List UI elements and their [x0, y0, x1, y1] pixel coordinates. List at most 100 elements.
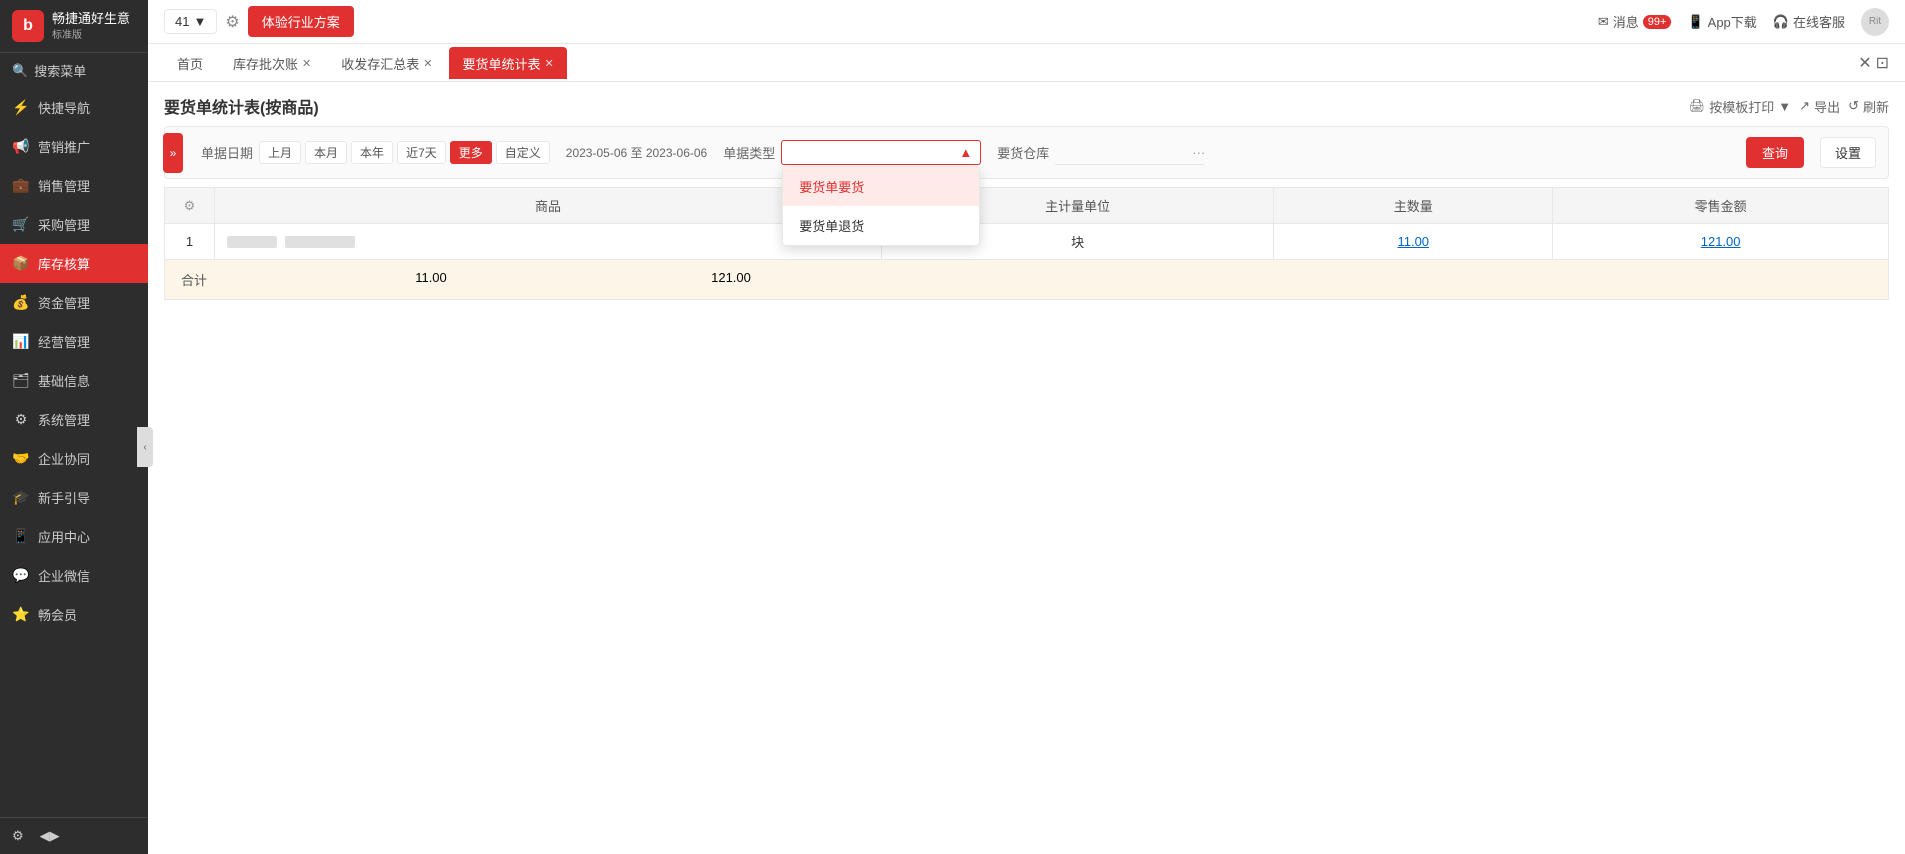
- print-template-btn[interactable]: 🖨 按模板打印 ▼: [1689, 97, 1791, 116]
- refresh-btn[interactable]: ↺ 刷新: [1848, 97, 1889, 116]
- row-amount[interactable]: 121.00: [1553, 224, 1889, 260]
- user-avatar[interactable]: Rit: [1861, 8, 1889, 36]
- settings-filter-btn[interactable]: 设置: [1820, 137, 1876, 168]
- close-receive-summary-tab[interactable]: ✕: [423, 57, 432, 70]
- page-actions: 🖨 按模板打印 ▼ ↗ 导出 ↺ 刷新: [1689, 97, 1889, 116]
- close-batch-account-tab[interactable]: ✕: [302, 57, 311, 70]
- this-month-btn[interactable]: 本月: [305, 141, 347, 164]
- collapse-footer-btn[interactable]: ◀▶: [40, 828, 60, 844]
- table-row: 1 块 11.00 121.00: [165, 224, 1889, 260]
- date-filter-label: 单据日期: [201, 143, 253, 162]
- settings-icon[interactable]: ⚙: [225, 12, 239, 32]
- warehouse-select[interactable]: ···: [1055, 141, 1205, 165]
- sidebar-item-base-info[interactable]: 🗂 基础信息: [0, 361, 148, 400]
- column-settings-icon[interactable]: ⚙: [184, 198, 196, 213]
- warehouse-more-icon[interactable]: ···: [1192, 145, 1205, 160]
- message-label: 消息: [1613, 12, 1639, 31]
- wechat-icon: 💬: [12, 567, 30, 584]
- refresh-icon: ↺: [1848, 98, 1859, 114]
- online-service-item[interactable]: 🎧 在线客服: [1773, 12, 1845, 31]
- sidebar-nav: ⚡ 快捷导航 📢 营销推广 💼 销售管理 🛒 采购管理 📦 库存核算 💰 资金管…: [0, 88, 148, 817]
- vip-icon: ⭐: [12, 606, 30, 623]
- app-center-icon: 📱: [12, 528, 30, 545]
- filter-toggle-btn[interactable]: »: [163, 133, 183, 173]
- app-version: 标准版: [52, 26, 130, 41]
- settings-footer-btn[interactable]: ⚙: [12, 828, 24, 844]
- sidebar-item-purchase[interactable]: 🛒 采购管理: [0, 205, 148, 244]
- warehouse-filter-label: 要货仓库: [997, 143, 1049, 162]
- app-download-label: App下载: [1708, 12, 1757, 31]
- col-settings-header: ⚙: [165, 188, 215, 224]
- sidebar-collapse-handle[interactable]: ‹: [137, 427, 153, 467]
- last-month-btn[interactable]: 上月: [259, 141, 301, 164]
- tab-batch-account[interactable]: 库存批次账 ✕: [220, 47, 324, 79]
- export-btn[interactable]: ↗ 导出: [1799, 97, 1840, 116]
- sidebar-item-vip[interactable]: ⭐ 畅会员: [0, 595, 148, 634]
- sidebar-item-enterprise[interactable]: 🤝 企业协同: [0, 439, 148, 478]
- row-no: 1: [165, 224, 215, 260]
- trial-btn[interactable]: 体验行业方案: [248, 6, 354, 37]
- data-table: ⚙ 商品 主计量单位 主数量 零售金额 1: [164, 187, 1889, 260]
- product-bar-1: [227, 236, 277, 248]
- filter-content: 单据日期 上月 本月 本年 近7天 更多 自定义 2023-05-06 至 20…: [177, 137, 1876, 168]
- finance-icon: 💰: [12, 294, 30, 311]
- sidebar-footer: ⚙ ◀▶: [0, 817, 148, 854]
- message-icon: ✉: [1598, 14, 1609, 30]
- maximize-btn[interactable]: ⊡: [1876, 53, 1889, 73]
- page-title: 要货单统计表(按商品): [164, 94, 319, 118]
- sidebar-item-system[interactable]: ⚙ 系统管理: [0, 400, 148, 439]
- row-quantity[interactable]: 11.00: [1274, 224, 1553, 260]
- search-menu[interactable]: 🔍 搜索菜单: [0, 53, 148, 88]
- sidebar-item-operations[interactable]: 📊 经营管理: [0, 322, 148, 361]
- print-arrow-icon: ▼: [1778, 99, 1791, 114]
- date-range-display: 2023-05-06 至 2023-06-06: [566, 144, 707, 161]
- custom-date-btn[interactable]: 自定义: [496, 141, 550, 164]
- sidebar-item-app-center[interactable]: 📱 应用中心: [0, 517, 148, 556]
- app-name: 畅捷通好生意: [52, 11, 130, 27]
- sidebar-item-finance[interactable]: 💰 资金管理: [0, 283, 148, 322]
- base-info-icon: 🗂: [12, 372, 30, 389]
- operations-icon: 📊: [12, 333, 30, 350]
- sidebar-item-inventory[interactable]: 📦 库存核算: [0, 244, 148, 283]
- online-service-label: 在线客服: [1793, 12, 1845, 31]
- store-selector[interactable]: 41 ▼: [164, 9, 217, 34]
- this-year-btn[interactable]: 本年: [351, 141, 393, 164]
- tab-home[interactable]: 首页: [164, 47, 216, 79]
- sidebar-item-quick-nav[interactable]: ⚡ 快捷导航: [0, 88, 148, 127]
- sidebar-item-wechat[interactable]: 💬 企业微信: [0, 556, 148, 595]
- type-select-arrow: ▲: [959, 145, 972, 160]
- product-bar-2: [285, 236, 355, 248]
- logo-icon: b: [12, 10, 44, 42]
- page-content: 要货单统计表(按商品) 🖨 按模板打印 ▼ ↗ 导出 ↺ 刷新 »: [148, 82, 1905, 854]
- sidebar-item-guide[interactable]: 🎓 新手引导: [0, 478, 148, 517]
- col-amount-header: 零售金额: [1553, 188, 1889, 224]
- warehouse-filter-group: 要货仓库 ···: [997, 141, 1205, 165]
- sidebar-item-marketing[interactable]: 📢 营销推广: [0, 127, 148, 166]
- message-item[interactable]: ✉ 消息 99+: [1598, 12, 1672, 31]
- query-btn[interactable]: 查询: [1746, 137, 1804, 168]
- footer-amount: 121.00: [681, 270, 781, 289]
- date-buttons: 上月 本月 本年 近7天 更多 自定义: [259, 141, 550, 164]
- guide-icon: 🎓: [12, 489, 30, 506]
- close-order-stats-tab[interactable]: ✕: [545, 57, 554, 70]
- dropdown-item-order-return[interactable]: 要货单退货: [783, 206, 979, 245]
- col-quantity-header: 主数量: [1274, 188, 1553, 224]
- tab-receive-summary[interactable]: 收发存汇总表 ✕: [328, 47, 445, 79]
- app-logo: b 畅捷通好生意 标准版: [0, 0, 148, 53]
- last-7days-btn[interactable]: 近7天: [397, 141, 446, 164]
- tab-order-stats[interactable]: 要货单统计表 ✕: [449, 47, 566, 79]
- type-select[interactable]: ▲ 要货单要货 要货单退货: [781, 140, 981, 165]
- app-download-item[interactable]: 📱 App下载: [1687, 12, 1756, 31]
- table-footer: 合计 11.00 121.00: [164, 260, 1889, 300]
- headphone-icon: 🎧: [1773, 14, 1789, 30]
- filter-bar: » 单据日期 上月 本月 本年 近7天 更多 自定义 2023-05-06 至 …: [164, 126, 1889, 179]
- type-dropdown: 要货单要货 要货单退货: [782, 166, 980, 246]
- system-icon: ⚙: [12, 411, 30, 428]
- sidebar-item-sales[interactable]: 💼 销售管理: [0, 166, 148, 205]
- page-header: 要货单统计表(按商品) 🖨 按模板打印 ▼ ↗ 导出 ↺ 刷新: [148, 82, 1905, 126]
- dropdown-item-order-goods[interactable]: 要货单要货: [783, 167, 979, 206]
- close-all-tabs-btn[interactable]: ✕: [1858, 53, 1871, 73]
- more-date-btn[interactable]: 更多: [450, 141, 492, 164]
- header: 41 ▼ ⚙ 体验行业方案 ✉ 消息 99+ 📱 App下载 🎧 在线客服 Ri…: [148, 0, 1905, 44]
- sidebar: b 畅捷通好生意 标准版 🔍 搜索菜单 ⚡ 快捷导航 📢 营销推广 💼 销售管理…: [0, 0, 148, 854]
